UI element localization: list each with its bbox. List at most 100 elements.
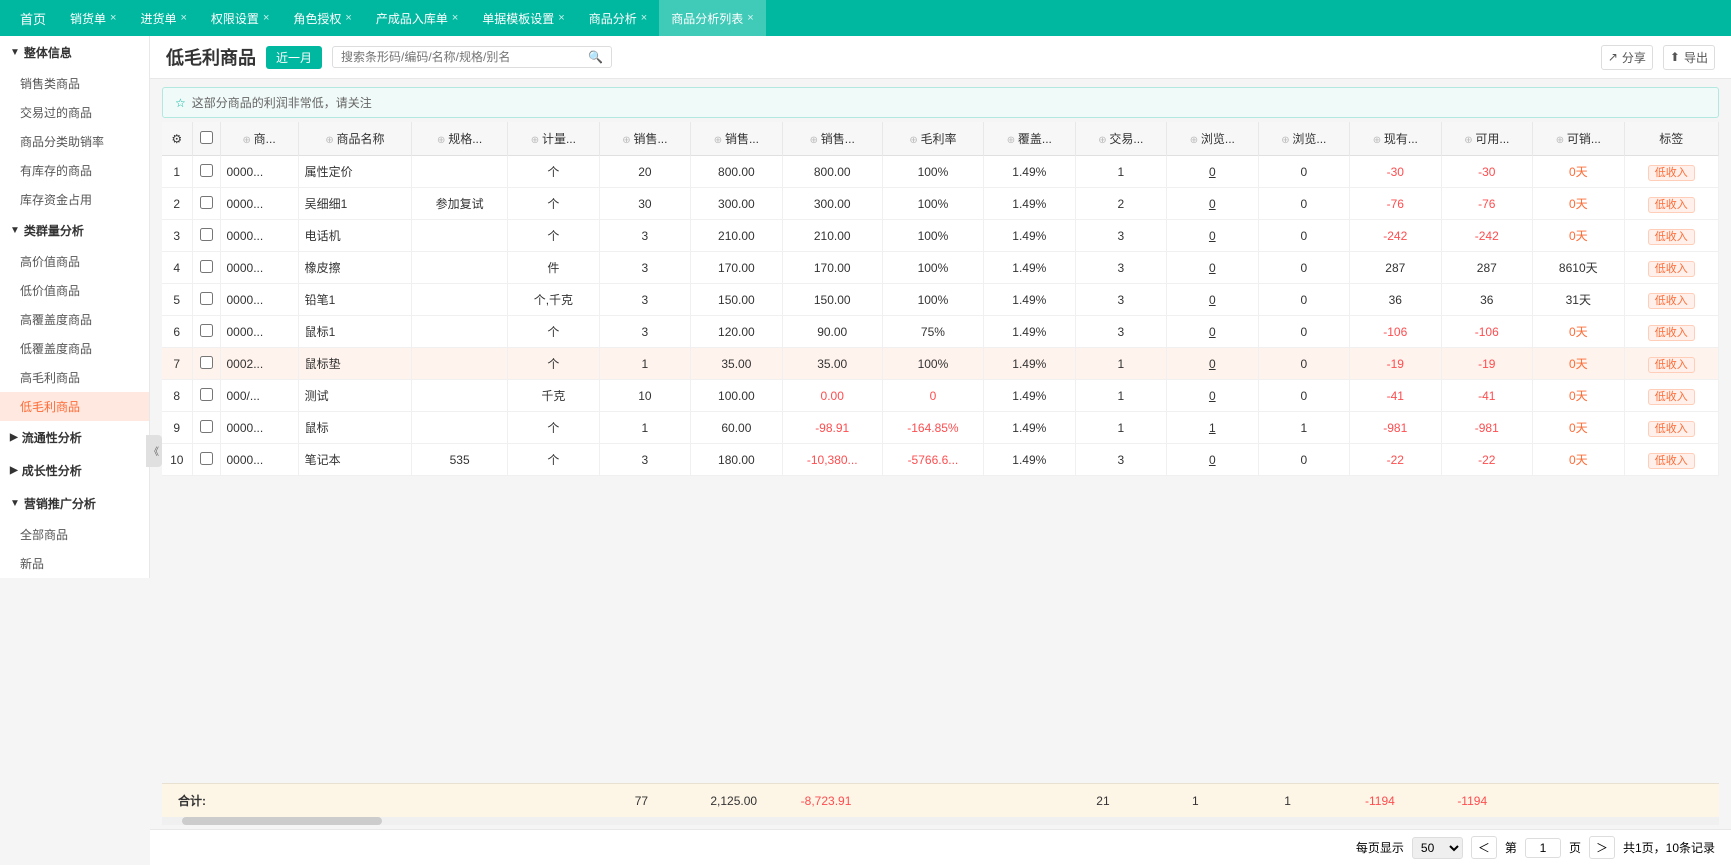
tag-badge[interactable]: 低收入 [1648, 293, 1695, 309]
sidebar-item-capital[interactable]: 库存资金占用 [0, 185, 149, 214]
sidebar-group-marketing[interactable]: ▼ 营销推广分析 [0, 487, 149, 520]
tag-badge[interactable]: 低收入 [1648, 229, 1695, 245]
nav-sales[interactable]: 销货单 × [58, 0, 128, 36]
table-container[interactable]: ⚙ 商... 商品名称 规格... 计量... 销售... 销售... 销售..… [162, 122, 1719, 783]
th-trade[interactable]: 交易... [1075, 122, 1167, 156]
browse1-link[interactable]: 0 [1209, 389, 1216, 403]
sidebar-item-sales-products[interactable]: 销售类商品 [0, 69, 149, 98]
nav-close-roles[interactable]: × [345, 12, 351, 24]
browse1-link[interactable]: 0 [1209, 325, 1216, 339]
browse1-link[interactable]: 0 [1209, 293, 1216, 307]
row-checkbox-cell[interactable] [192, 156, 220, 188]
page-size-select[interactable]: 50 100 200 [1412, 837, 1463, 859]
nav-purchase[interactable]: 进货单 × [128, 0, 198, 36]
nav-products-in[interactable]: 产成品入库单 × [364, 0, 470, 36]
th-browse1[interactable]: 浏览... [1167, 122, 1259, 156]
row-checkbox-cell[interactable] [192, 316, 220, 348]
browse1-link[interactable]: 0 [1209, 357, 1216, 371]
next-page-button[interactable]: ＞ [1589, 836, 1615, 859]
th-available[interactable]: 可用... [1441, 122, 1533, 156]
nav-templates[interactable]: 单据模板设置 × [470, 0, 576, 36]
sidebar-item-high-value[interactable]: 高价值商品 [0, 247, 149, 276]
sidebar-item-low-coverage[interactable]: 低覆盖度商品 [0, 334, 149, 363]
sidebar-item-all-products[interactable]: 全部商品 [0, 520, 149, 549]
nav-permissions[interactable]: 权限设置 × [199, 0, 281, 36]
sidebar-item-new-products[interactable]: 新品 [0, 549, 149, 578]
export-button[interactable]: ⬆ 导出 [1663, 45, 1715, 70]
nav-close-products-in[interactable]: × [452, 12, 458, 24]
nav-product-analysis[interactable]: 商品分析 × [577, 0, 659, 36]
sidebar-item-low-value[interactable]: 低价值商品 [0, 276, 149, 305]
nav-close-permissions[interactable]: × [263, 12, 269, 24]
sidebar-item-traded-products[interactable]: 交易过的商品 [0, 98, 149, 127]
th-coverage[interactable]: 覆盖... [984, 122, 1076, 156]
th-unit[interactable]: 计量... [508, 122, 600, 156]
row-checkbox[interactable] [200, 420, 213, 433]
tag-badge[interactable]: 低收入 [1648, 325, 1695, 341]
th-price[interactable]: 销售... [691, 122, 783, 156]
th-salable[interactable]: 可销... [1533, 122, 1625, 156]
tag-badge[interactable]: 低收入 [1648, 261, 1695, 277]
tag-badge[interactable]: 低收入 [1648, 389, 1695, 405]
row-checkbox-cell[interactable] [192, 284, 220, 316]
th-code[interactable]: 商... [220, 122, 298, 156]
row-checkbox[interactable] [200, 388, 213, 401]
browse1-link[interactable]: 0 [1209, 165, 1216, 179]
row-checkbox-cell[interactable] [192, 444, 220, 476]
tag-badge[interactable]: 低收入 [1648, 421, 1695, 437]
row-checkbox-cell[interactable] [192, 252, 220, 284]
nav-close-sales[interactable]: × [110, 12, 116, 24]
date-filter-button[interactable]: 近一月 [266, 46, 322, 69]
sidebar-group-growth[interactable]: ▶ 成长性分析 [0, 454, 149, 487]
row-checkbox-cell[interactable] [192, 412, 220, 444]
search-input[interactable] [341, 50, 588, 64]
th-settings[interactable]: ⚙ [162, 122, 192, 156]
sidebar-item-low-margin[interactable]: 低毛利商品 [0, 392, 149, 421]
sidebar-group-cluster[interactable]: ▼ 类群量分析 [0, 214, 149, 247]
row-checkbox[interactable] [200, 452, 213, 465]
th-checkbox[interactable] [192, 122, 220, 156]
row-checkbox-cell[interactable] [192, 220, 220, 252]
nav-close-product-analysis[interactable]: × [641, 12, 647, 24]
prev-page-button[interactable]: ＜ [1471, 836, 1497, 859]
share-button[interactable]: ↗ 分享 [1601, 45, 1653, 70]
page-number-input[interactable] [1525, 838, 1561, 858]
nav-product-analysis-list[interactable]: 商品分析列表 × [659, 0, 765, 36]
nav-roles[interactable]: 角色授权 × [281, 0, 363, 36]
tag-badge[interactable]: 低收入 [1648, 197, 1695, 213]
row-checkbox[interactable] [200, 196, 213, 209]
horizontal-scrollbar[interactable] [162, 817, 1719, 825]
th-browse2[interactable]: 浏览... [1258, 122, 1350, 156]
tag-badge[interactable]: 低收入 [1648, 165, 1695, 181]
row-checkbox[interactable] [200, 356, 213, 369]
sidebar-item-stocked[interactable]: 有库存的商品 [0, 156, 149, 185]
th-cost[interactable]: 销售... [782, 122, 882, 156]
nav-close-purchase[interactable]: × [180, 12, 186, 24]
browse1-link[interactable]: 1 [1209, 421, 1216, 435]
row-checkbox-cell[interactable] [192, 188, 220, 220]
row-checkbox[interactable] [200, 324, 213, 337]
tag-badge[interactable]: 低收入 [1648, 357, 1695, 373]
sidebar-group-liquidity[interactable]: ▶ 流通性分析 [0, 421, 149, 454]
nav-home[interactable]: 首页 [8, 0, 58, 36]
scrollbar-thumb[interactable] [182, 817, 382, 825]
th-current[interactable]: 现有... [1350, 122, 1442, 156]
sidebar-group-overall[interactable]: ▼ 整体信息 [0, 36, 149, 69]
row-checkbox-cell[interactable] [192, 348, 220, 380]
sidebar-collapse-btn[interactable]: 《 [146, 435, 162, 467]
browse1-link[interactable]: 0 [1209, 229, 1216, 243]
search-icon[interactable]: 🔍 [588, 50, 603, 64]
sidebar-item-category-rate[interactable]: 商品分类助销率 [0, 127, 149, 156]
sidebar-item-high-margin[interactable]: 高毛利商品 [0, 363, 149, 392]
row-checkbox-cell[interactable] [192, 380, 220, 412]
th-name[interactable]: 商品名称 [298, 122, 412, 156]
browse1-link[interactable]: 0 [1209, 197, 1216, 211]
tag-badge[interactable]: 低收入 [1648, 453, 1695, 469]
select-all-checkbox[interactable] [200, 131, 213, 144]
row-checkbox[interactable] [200, 260, 213, 273]
th-margin[interactable]: 毛利率 [882, 122, 983, 156]
row-checkbox[interactable] [200, 164, 213, 177]
nav-close-product-analysis-list[interactable]: × [747, 12, 753, 24]
nav-close-templates[interactable]: × [558, 12, 564, 24]
row-checkbox[interactable] [200, 228, 213, 241]
